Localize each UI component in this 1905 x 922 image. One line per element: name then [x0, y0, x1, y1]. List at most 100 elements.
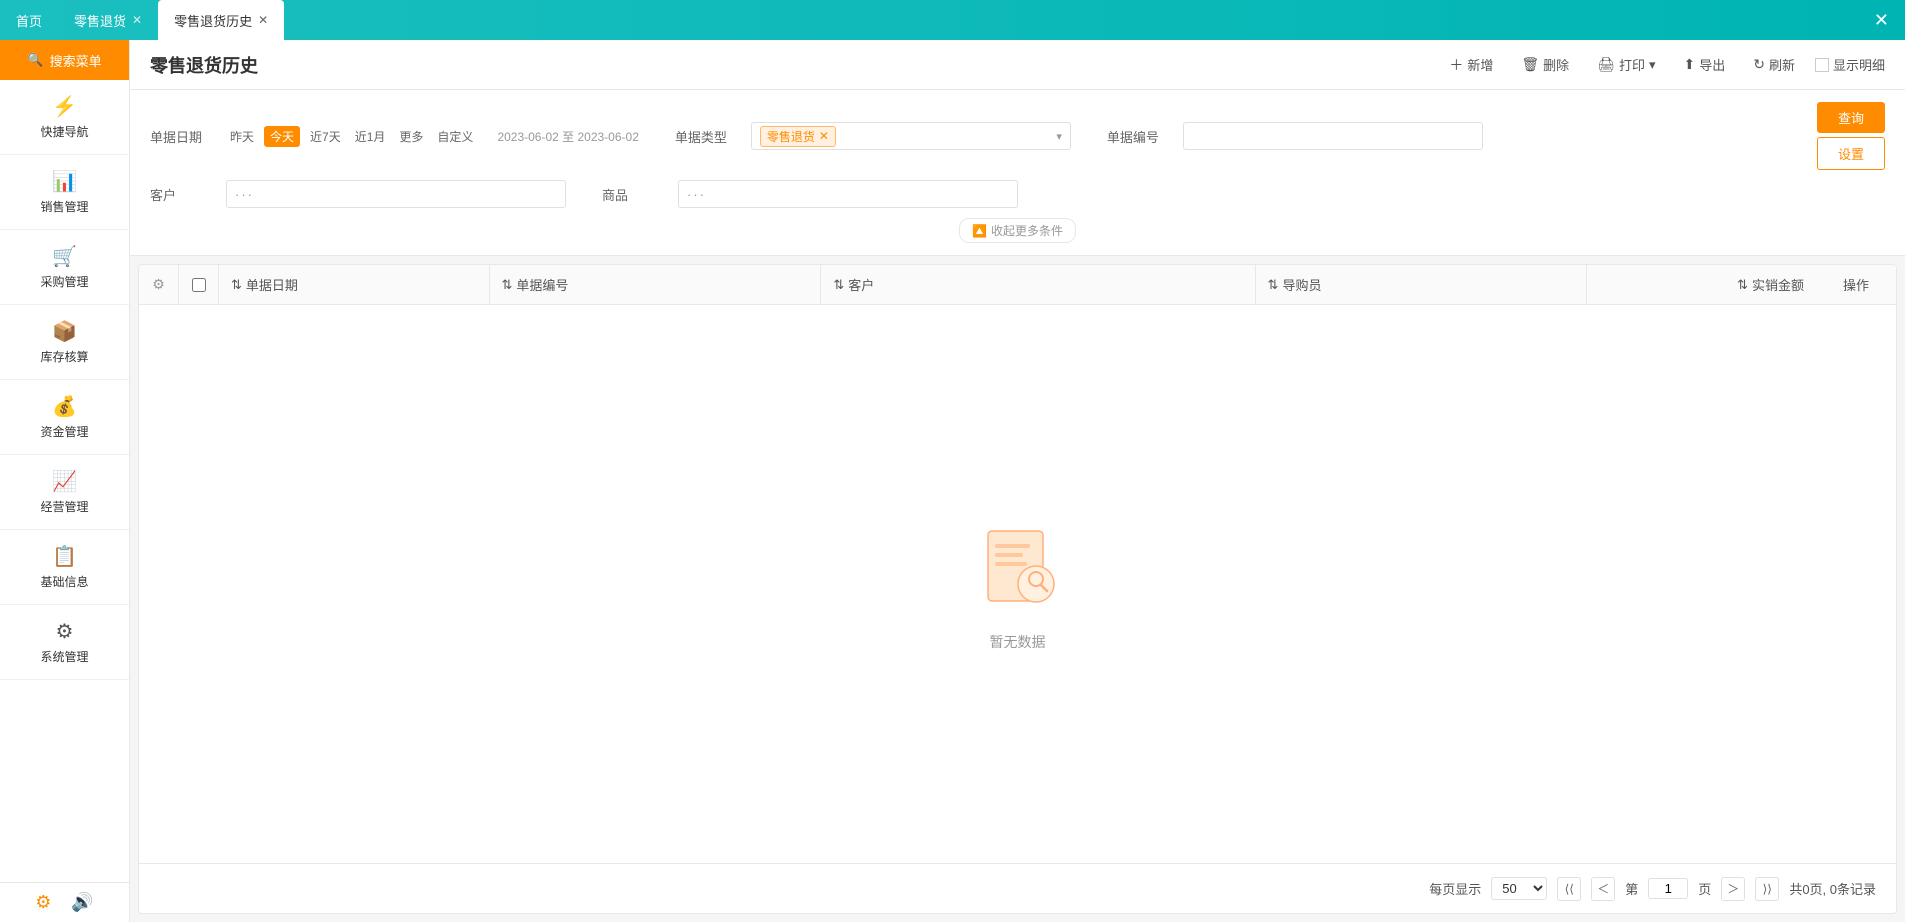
- date-btn-today[interactable]: 今天: [264, 126, 300, 147]
- sidebar-item-sales-mgmt[interactable]: 📊 销售管理: [0, 155, 129, 230]
- th-date-sort-icon[interactable]: ⇅: [231, 277, 242, 293]
- tab-retail-return-history-close[interactable]: ✕: [258, 13, 268, 27]
- th-num-sort-icon[interactable]: ⇅: [502, 277, 513, 293]
- sidebar-item-basic-info[interactable]: 📋 基础信息: [0, 530, 129, 605]
- settings-bottom-icon[interactable]: ⚙: [35, 892, 51, 913]
- sidebar-item-system[interactable]: ⚙ 系统管理: [0, 605, 129, 680]
- page-label: 第: [1625, 879, 1638, 898]
- top-bar-right: ✕: [1874, 10, 1905, 31]
- voucher-num-input[interactable]: [1183, 122, 1483, 150]
- display-detail-checkbox[interactable]: [1815, 58, 1829, 72]
- th-checkbox[interactable]: [179, 265, 219, 304]
- collapse-button[interactable]: 🔼 收起更多条件: [959, 218, 1076, 243]
- page-input[interactable]: [1648, 878, 1688, 899]
- th-settings[interactable]: ⚙: [139, 265, 179, 304]
- tab-retail-return-close[interactable]: ✕: [132, 13, 142, 27]
- display-detail-toggle[interactable]: 显示明细: [1815, 55, 1885, 74]
- sidebar-item-quick-nav[interactable]: ⚡ 快捷导航: [0, 80, 129, 155]
- sidebar-item-purchase-mgmt-label: 采购管理: [40, 273, 88, 290]
- date-btn-custom[interactable]: 自定义: [433, 126, 477, 147]
- query-button[interactable]: 查询: [1817, 102, 1885, 133]
- sidebar-item-operations-label: 经营管理: [40, 498, 88, 515]
- goods-label: 商品: [602, 185, 662, 204]
- page-suffix: 页: [1698, 879, 1711, 898]
- sidebar-nav: ⚡ 快捷导航 📊 销售管理 🛒 采购管理 📦 库存核算 💰 资金管理 📈: [0, 80, 129, 882]
- th-amount-sort-icon[interactable]: ⇅: [1737, 277, 1748, 293]
- next-page-button[interactable]: ＞: [1721, 877, 1745, 901]
- total-info: 共0页, 0条记录: [1789, 879, 1876, 898]
- query-settings-group: 查询 设置: [1817, 102, 1885, 170]
- voucher-type-value: 零售退货: [767, 128, 815, 145]
- refresh-button[interactable]: ↻ 刷新: [1745, 51, 1803, 78]
- date-btn-yesterday[interactable]: 昨天: [226, 126, 258, 147]
- voucher-num-label: 单据编号: [1107, 127, 1167, 146]
- date-btn-1month[interactable]: 近1月: [351, 126, 390, 147]
- prev-page-button[interactable]: ＜: [1591, 877, 1615, 901]
- window-close-icon[interactable]: ✕: [1874, 10, 1889, 31]
- speaker-bottom-icon[interactable]: 🔊: [71, 892, 93, 913]
- date-btn-7days[interactable]: 近7天: [306, 126, 345, 147]
- goods-field[interactable]: ···: [678, 180, 1018, 208]
- th-action: 操作: [1816, 265, 1896, 304]
- filter-row-2: 客户 ··· 商品 ···: [150, 180, 1885, 208]
- page-size-select[interactable]: 10 20 50 100: [1491, 877, 1547, 900]
- last-page-button[interactable]: ⟩⟩: [1755, 877, 1779, 901]
- sidebar-item-basic-info-label: 基础信息: [40, 573, 88, 590]
- first-page-button[interactable]: ⟨⟨: [1557, 877, 1581, 901]
- new-button[interactable]: ＋ 新增: [1441, 51, 1501, 79]
- top-bar: 首页 零售退货 ✕ 零售退货历史 ✕ ✕: [0, 0, 1905, 40]
- date-btn-more[interactable]: 更多: [395, 126, 427, 147]
- print-button[interactable]: 🖨 打印 ▾: [1589, 51, 1663, 78]
- voucher-type-field[interactable]: 零售退货 ✕ ▾: [751, 122, 1071, 150]
- page-size-label: 每页显示: [1429, 879, 1481, 898]
- tab-retail-return-label: 零售退货: [74, 11, 126, 30]
- new-icon: ＋: [1449, 55, 1463, 75]
- sidebar-item-operations[interactable]: 📈 经营管理: [0, 455, 129, 530]
- filter-settings-button[interactable]: 设置: [1817, 137, 1885, 170]
- quick-nav-icon: ⚡: [52, 94, 77, 119]
- sidebar-item-quick-nav-label: 快捷导航: [40, 123, 88, 140]
- th-date-label: 单据日期: [246, 275, 298, 294]
- new-label: 新增: [1467, 55, 1493, 74]
- sidebar-item-sales-mgmt-label: 销售管理: [40, 198, 88, 215]
- th-customer-sort-icon[interactable]: ⇅: [833, 277, 844, 293]
- delete-button[interactable]: 🗑 删除: [1513, 51, 1577, 78]
- th-guide-sort-icon[interactable]: ⇅: [1268, 277, 1279, 293]
- th-action-label: 操作: [1843, 275, 1869, 294]
- date-range-buttons: 昨天 今天 近7天 近1月 更多 自定义: [226, 126, 477, 147]
- select-all-checkbox[interactable]: [192, 278, 206, 292]
- sidebar-search[interactable]: 🔍 搜索菜单: [0, 40, 129, 80]
- goods-placeholder: ···: [687, 187, 706, 202]
- sidebar-item-finance[interactable]: 💰 资金管理: [0, 380, 129, 455]
- table-settings-icon[interactable]: ⚙: [152, 276, 165, 293]
- delete-label: 删除: [1543, 55, 1569, 74]
- voucher-type-tag-close[interactable]: ✕: [819, 129, 829, 143]
- customer-field[interactable]: ···: [226, 180, 566, 208]
- voucher-type-tag: 零售退货 ✕: [760, 126, 836, 147]
- tab-retail-return-history[interactable]: 零售退货历史 ✕: [158, 0, 284, 40]
- sidebar-item-inventory[interactable]: 📦 库存核算: [0, 305, 129, 380]
- sidebar-item-finance-label: 资金管理: [40, 423, 88, 440]
- tab-retail-return[interactable]: 零售退货 ✕: [58, 0, 158, 40]
- sidebar-item-purchase-mgmt[interactable]: 🛒 采购管理: [0, 230, 129, 305]
- export-button[interactable]: ⬆ 导出: [1675, 51, 1733, 78]
- tab-bar: 首页 零售退货 ✕ 零售退货历史 ✕: [0, 0, 1874, 40]
- empty-text: 暂无数据: [990, 632, 1046, 652]
- export-icon: ⬆: [1683, 56, 1695, 73]
- main-layout: 🔍 搜索菜单 ⚡ 快捷导航 📊 销售管理 🛒 采购管理 📦 库存核算 💰: [0, 40, 1905, 922]
- table-container: ⚙ ⇅ 单据日期 ⇅ 单据编号 ⇅ 客户 ⇅: [138, 264, 1897, 914]
- content-area: 零售退货历史 ＋ 新增 🗑 删除 🖨 打印 ▾ ⬆ 导出: [130, 40, 1905, 922]
- filter-row-1: 单据日期 昨天 今天 近7天 近1月 更多 自定义 2023-06-02 至 2…: [150, 102, 1885, 170]
- search-icon: 🔍: [27, 52, 43, 68]
- export-label: 导出: [1699, 55, 1725, 74]
- delete-icon: 🗑: [1521, 56, 1539, 73]
- customer-label: 客户: [150, 185, 210, 204]
- tab-home[interactable]: 首页: [0, 0, 58, 40]
- pagination: 每页显示 10 20 50 100 ⟨⟨ ＜ 第 页 ＞ ⟩⟩ 共0页, 0条记…: [139, 863, 1896, 913]
- page-title: 零售退货历史: [150, 52, 258, 78]
- table-header: ⚙ ⇅ 单据日期 ⇅ 单据编号 ⇅ 客户 ⇅: [139, 265, 1896, 305]
- sidebar: 🔍 搜索菜单 ⚡ 快捷导航 📊 销售管理 🛒 采购管理 📦 库存核算 💰: [0, 40, 130, 922]
- tab-home-label: 首页: [16, 11, 42, 30]
- voucher-type-dropdown-arrow: ▾: [1056, 130, 1062, 143]
- date-filter-label: 单据日期: [150, 127, 210, 146]
